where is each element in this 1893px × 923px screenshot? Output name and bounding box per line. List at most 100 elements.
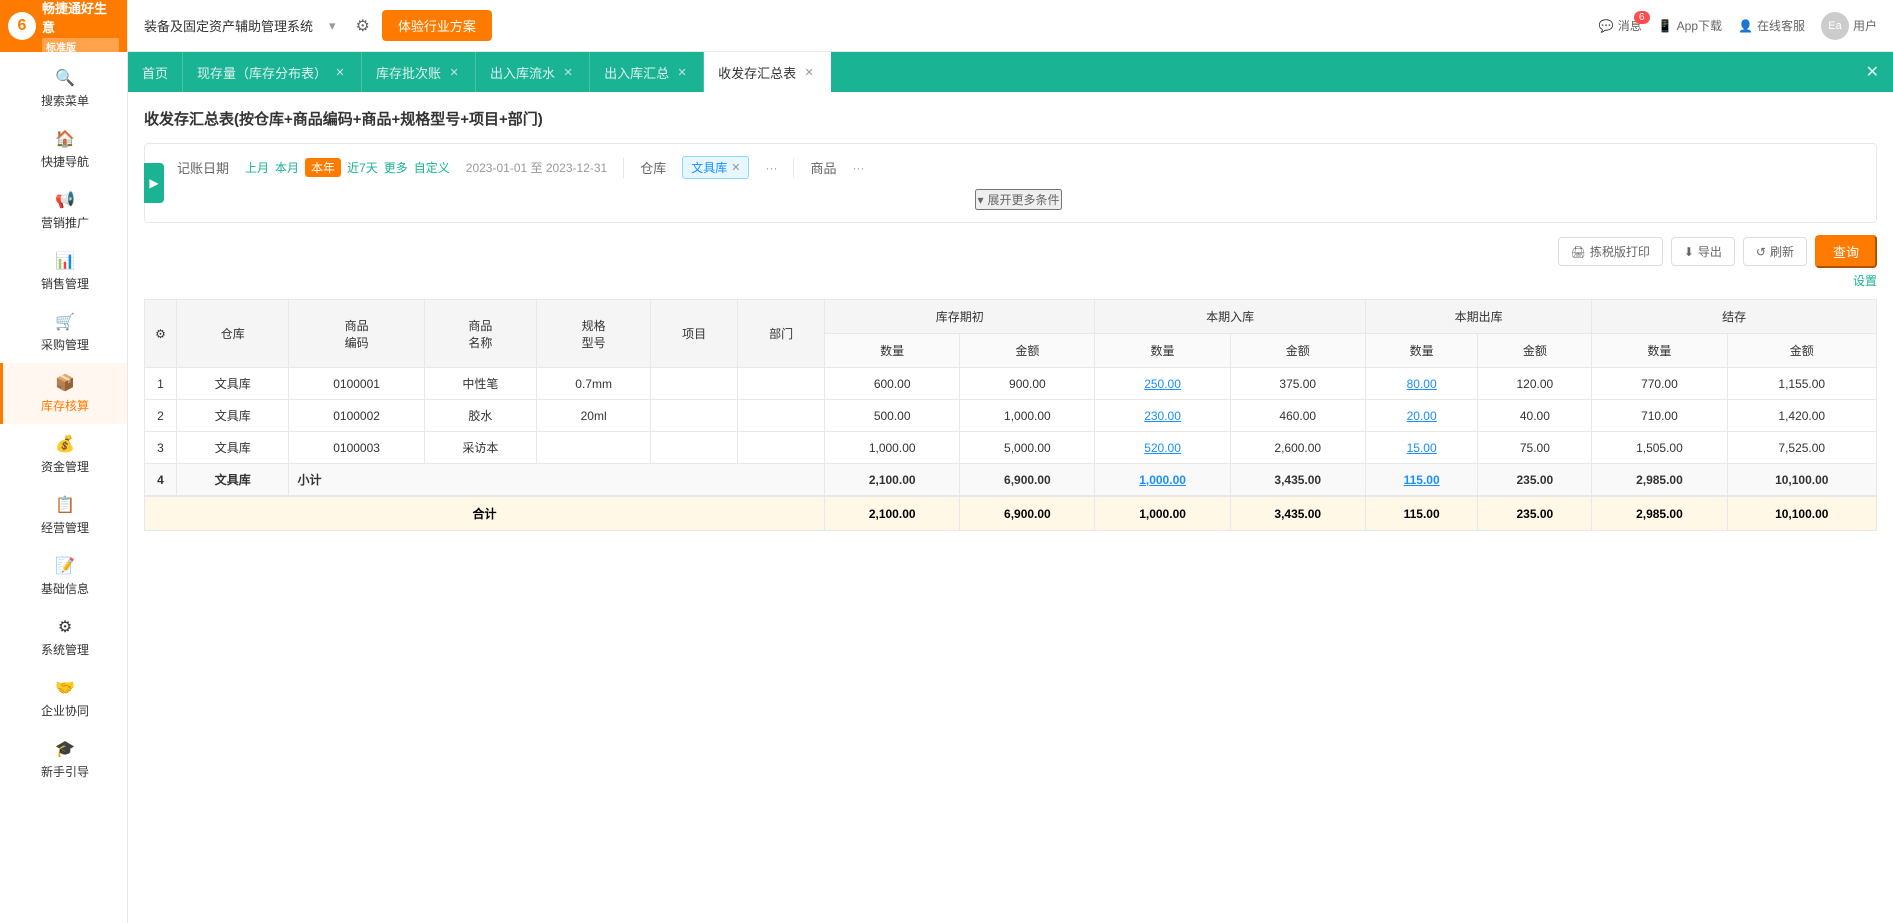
row-open-amt: 5,000.00 [960,432,1095,464]
goods-more-btn[interactable]: ··· [852,161,864,175]
row-bal-amt: 1,420.00 [1727,400,1876,432]
in-col-header: 本期入库 [1095,300,1365,334]
print-btn[interactable]: 🖨 拣税版打印 [1558,237,1663,266]
app-download-label: App下载 [1677,17,1722,34]
sidebar-item-inventory[interactable]: 📦 库存核算 [0,363,127,424]
date-shortcut-本月[interactable]: 本月 [275,159,299,176]
row-out-amt: 40.00 [1478,400,1592,432]
row-department [738,400,825,432]
row-goods-name: 胶水 [424,400,536,432]
user-btn[interactable]: Ea 用户 [1821,12,1877,40]
sidebar-item-label-system: 系统管理 [41,641,89,658]
service-icon: 👤 [1738,19,1753,33]
tab-bar-close-btn[interactable]: ✕ [1852,62,1893,82]
phone-icon: 📱 [1658,19,1673,33]
settings-link[interactable]: 设置 [1853,272,1877,289]
refresh-btn[interactable]: ↺ 刷新 [1743,237,1807,266]
goods-label: 商品 [810,158,836,177]
in-qty-header: 数量 [1095,334,1230,368]
sidebar-item-system[interactable]: ⚙ 系统管理 [0,607,127,668]
print-icon: 🖨 [1571,245,1586,259]
sidebar-item-sales[interactable]: 📊 销售管理 [0,241,127,302]
open-qty-header: 数量 [825,334,960,368]
tab-收发存汇总表[interactable]: 收发存汇总表 ✕ [704,52,831,92]
tab-close-btn[interactable]: ✕ [333,65,347,79]
system-dropdown-arrow[interactable]: ▾ [329,18,336,34]
sidebar-item-basic[interactable]: 📝 基础信息 [0,546,127,607]
row-project [651,368,738,400]
sidebar-item-collab[interactable]: 🤝 企业协同 [0,668,127,729]
date-shortcut-上月[interactable]: 上月 [245,159,269,176]
row-in-amt: 2,600.00 [1230,432,1365,464]
sidebar-item-operation[interactable]: 📋 经营管理 [0,485,127,546]
out-col-header: 本期出库 [1365,300,1591,334]
row-goods-name: 采访本 [424,432,536,464]
row-out-qty[interactable]: 20.00 [1365,400,1478,432]
tab-label: 收发存汇总表 [718,63,796,82]
filter-divider [623,158,624,178]
subtotal-no: 4 [145,464,177,497]
tab-label: 首页 [142,63,168,82]
tab-现存量（库存分布表）[interactable]: 现存量（库存分布表）✕ [183,52,362,92]
sidebar-item-finance[interactable]: 💰 资金管理 [0,424,127,485]
tab-close-btn[interactable]: ✕ [675,65,689,79]
filter-toggle-btn[interactable]: ▶ [144,163,164,203]
row-out-qty[interactable]: 80.00 [1365,368,1478,400]
sidebar-item-label-guide: 新手引导 [41,763,89,780]
message-badge: 6 [1634,11,1650,24]
query-btn[interactable]: 查询 [1815,235,1877,268]
warehouse-more-btn[interactable]: ··· [765,161,777,175]
marketing-icon: 📢 [55,190,75,210]
online-service-btn[interactable]: 👤 在线客服 [1738,17,1805,34]
app-download-btn[interactable]: 📱 App下载 [1658,17,1722,34]
subtotal-label: 小计 [289,464,825,497]
collab-icon: 🤝 [55,678,75,698]
settings-col-header[interactable]: ⚙ [145,300,177,368]
tab-label: 库存批次账 [376,63,441,82]
try-btn[interactable]: 体验行业方案 [382,10,492,41]
subtotal-bal-qty: 2,985.00 [1592,464,1727,497]
date-shortcut-本年[interactable]: 本年 [305,158,341,177]
sidebar-item-guide[interactable]: 🎓 新手引导 [0,729,127,790]
row-in-amt: 460.00 [1230,400,1365,432]
date-shortcut-更多[interactable]: 更多 [384,159,408,176]
message-icon: 💬 [1599,19,1614,33]
sidebar-item-purchase[interactable]: 🛒 采购管理 [0,302,127,363]
warehouse-label: 仓库 [640,158,666,177]
message-btn[interactable]: 💬 消息 6 [1599,17,1642,34]
tab-close-btn[interactable]: ✕ [561,65,575,79]
tab-close-btn[interactable]: ✕ [802,65,816,79]
sidebar-item-marketing[interactable]: 📢 营销推广 [0,180,127,241]
date-label: 记账日期 [177,158,229,177]
sidebar-item-search[interactable]: 🔍 搜索菜单 [0,58,127,119]
expand-conditions-btn[interactable]: ▾ 展开更多条件 [975,189,1061,210]
total-open-amt: 6,900.00 [960,496,1095,531]
bal-amt-header: 金额 [1727,334,1876,368]
export-btn[interactable]: ⬇ 导出 [1671,237,1735,266]
row-in-qty[interactable]: 520.00 [1095,432,1230,464]
purchase-icon: 🛒 [55,312,75,332]
print-label: 拣税版打印 [1590,243,1650,260]
warehouse-tag-close-btn[interactable]: ✕ [731,161,740,174]
sidebar-item-quicknav[interactable]: 🏠 快捷导航 [0,119,127,180]
tab-首页[interactable]: 首页 [128,52,183,92]
warehouse-col-header: 仓库 [177,300,289,368]
tab-库存批次账[interactable]: 库存批次账 ✕ [362,52,476,92]
row-in-qty[interactable]: 230.00 [1095,400,1230,432]
total-in-qty: 1,000.00 [1095,496,1230,531]
row-in-qty[interactable]: 250.00 [1095,368,1230,400]
user-avatar: Ea [1821,12,1849,40]
date-shortcut-自定义[interactable]: 自定义 [414,159,450,176]
tab-出入库汇总[interactable]: 出入库汇总✕ [590,52,704,92]
row-in-amt: 375.00 [1230,368,1365,400]
tab-出入库流水[interactable]: 出入库流水✕ [476,52,590,92]
date-shortcut-近7天[interactable]: 近7天 [347,159,378,176]
export-label: 导出 [1698,243,1722,260]
sidebar-item-label-purchase: 采购管理 [41,336,89,353]
subtotal-in-amt: 3,435.00 [1230,464,1365,497]
gear-icon[interactable]: ⚙ [356,16,370,36]
subtotal-open-qty: 2,100.00 [825,464,960,497]
row-open-qty: 600.00 [825,368,960,400]
tab-close-btn[interactable]: ✕ [447,65,461,79]
row-out-qty[interactable]: 15.00 [1365,432,1478,464]
